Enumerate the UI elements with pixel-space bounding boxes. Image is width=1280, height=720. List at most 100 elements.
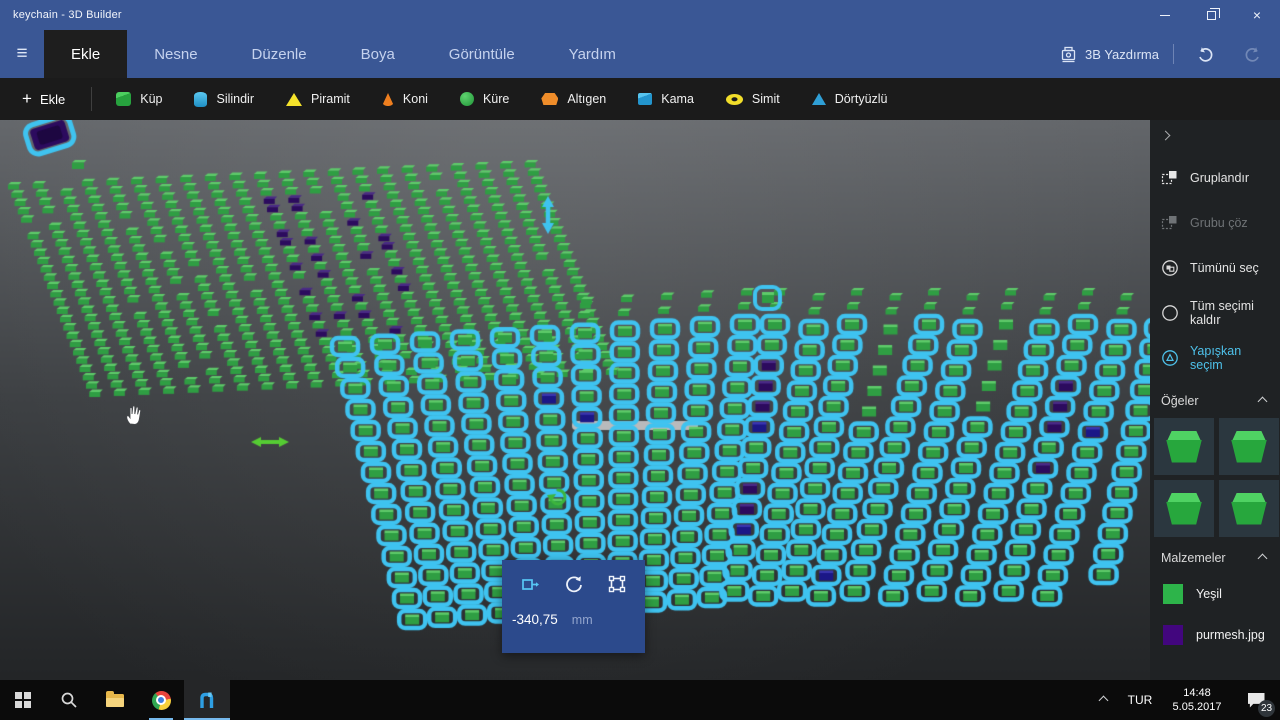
move-tool-button[interactable] bbox=[520, 574, 540, 594]
search-icon bbox=[60, 691, 78, 709]
items-thumbnail-grid bbox=[1150, 416, 1280, 537]
toolbar-shape-silindir[interactable]: Silindir bbox=[178, 92, 270, 107]
action-label: Grubu çöz bbox=[1190, 216, 1248, 230]
3d-builder-window: keychain - 3D Builder × ≡ Ekle Nesne Düz… bbox=[0, 0, 1280, 720]
toolbar-shape-kure[interactable]: Küre bbox=[444, 92, 525, 106]
toolbar-shape-altigen[interactable]: Altıgen bbox=[525, 92, 622, 106]
toolbar-shape-dortyuzlu[interactable]: Dörtyüzlü bbox=[796, 92, 904, 106]
items-title: Öğeler bbox=[1161, 394, 1199, 408]
add-label: Ekle bbox=[40, 92, 65, 107]
item-thumbnail[interactable] bbox=[1154, 418, 1214, 475]
taskbar-3dbuilder-button[interactable] bbox=[184, 680, 230, 720]
select-all-icon bbox=[1161, 259, 1179, 277]
undo-icon bbox=[1196, 45, 1214, 63]
materials-section-header[interactable]: Malzemeler bbox=[1150, 537, 1280, 573]
material-label: purmesh.jpg bbox=[1196, 628, 1265, 642]
title-bar: keychain - 3D Builder × bbox=[0, 0, 1280, 30]
menu-bar: ≡ Ekle Nesne Düzenle Boya Görüntüle Yard… bbox=[0, 30, 1280, 78]
toolbar-shape-koni[interactable]: Koni bbox=[366, 92, 444, 106]
scale-tool-button[interactable] bbox=[607, 574, 627, 594]
add-button[interactable]: + Ekle bbox=[0, 89, 83, 109]
wedge-icon bbox=[638, 93, 652, 105]
start-button[interactable] bbox=[0, 680, 46, 720]
transform-panel: -340,75 mm bbox=[502, 560, 645, 653]
toolbar-separator bbox=[91, 87, 92, 111]
rotate-icon bbox=[564, 574, 584, 594]
undo-button[interactable] bbox=[1188, 45, 1222, 63]
select-all-button[interactable]: Tümünü seç bbox=[1150, 245, 1280, 290]
tab-yardim[interactable]: Yardım bbox=[542, 30, 643, 78]
3d-print-button[interactable]: 3B Yazdırma bbox=[1060, 46, 1159, 63]
transform-value-input[interactable]: -340,75 bbox=[512, 612, 558, 627]
notification-badge: 23 bbox=[1258, 700, 1275, 717]
taskbar-search-button[interactable] bbox=[46, 680, 92, 720]
action-label: Tüm seçimi kaldır bbox=[1190, 299, 1274, 327]
chrome-icon bbox=[152, 691, 171, 710]
tab-duzenle[interactable]: Düzenle bbox=[225, 30, 334, 78]
window-controls: × bbox=[1142, 0, 1280, 30]
ungroup-button[interactable]: Grubu çöz bbox=[1150, 200, 1280, 245]
green-object-preview bbox=[1165, 431, 1203, 463]
group-icon bbox=[1161, 169, 1179, 187]
notification-button[interactable]: 23 bbox=[1232, 680, 1280, 720]
shape-label: Kama bbox=[661, 92, 694, 106]
rotate-tool-button[interactable] bbox=[564, 574, 584, 594]
windows-taskbar: TUR 14:48 5.05.2017 23 bbox=[0, 680, 1280, 720]
group-button[interactable]: Gruplandır bbox=[1150, 155, 1280, 200]
shape-label: Küp bbox=[140, 92, 162, 106]
taskbar-explorer-button[interactable] bbox=[92, 680, 138, 720]
sidebar-collapse-button[interactable] bbox=[1150, 120, 1169, 139]
purple-material-swatch bbox=[1163, 625, 1183, 645]
close-button[interactable]: × bbox=[1234, 0, 1280, 30]
shape-label: Altıgen bbox=[567, 92, 606, 106]
toolbar-shape-simit[interactable]: Simit bbox=[710, 92, 796, 106]
clock[interactable]: 14:48 5.05.2017 bbox=[1162, 680, 1232, 720]
right-sidebar: Gruplandır Grubu çöz Tümünü seç bbox=[1150, 120, 1280, 680]
toolbar-shape-piramit[interactable]: Piramit bbox=[270, 92, 366, 106]
green-object-preview bbox=[1230, 493, 1268, 525]
scale-icon bbox=[607, 574, 627, 594]
tab-ekle[interactable]: Ekle bbox=[44, 30, 127, 78]
torus-icon bbox=[726, 94, 743, 105]
tab-nesne[interactable]: Nesne bbox=[127, 30, 224, 78]
chevron-up-icon bbox=[1258, 553, 1268, 563]
language-indicator[interactable]: TUR bbox=[1118, 680, 1162, 720]
green-object-preview bbox=[1230, 431, 1268, 463]
material-yesil[interactable]: Yeşil bbox=[1150, 573, 1280, 614]
tray-expand-button[interactable] bbox=[1088, 680, 1118, 720]
plus-icon: + bbox=[22, 89, 32, 109]
taskbar-chrome-button[interactable] bbox=[138, 680, 184, 720]
redo-button[interactable] bbox=[1236, 45, 1270, 63]
transform-unit-label: mm bbox=[572, 613, 593, 627]
move-icon bbox=[520, 574, 540, 594]
item-thumbnail[interactable] bbox=[1219, 480, 1279, 537]
3d-printer-icon bbox=[1060, 46, 1077, 63]
shape-label: Silindir bbox=[216, 92, 254, 106]
selection-actions: Gruplandır Grubu çöz Tümünü seç bbox=[1150, 155, 1280, 380]
cube-icon bbox=[116, 92, 131, 106]
item-thumbnail[interactable] bbox=[1154, 480, 1214, 537]
hamburger-menu-button[interactable]: ≡ bbox=[0, 30, 44, 78]
deselect-icon bbox=[1161, 304, 1179, 322]
shape-label: Piramit bbox=[311, 92, 350, 106]
tab-goruntule[interactable]: Görüntüle bbox=[422, 30, 542, 78]
viewport-3d[interactable]: -340,75 mm bbox=[0, 120, 1150, 680]
minimize-button[interactable] bbox=[1142, 0, 1188, 30]
item-thumbnail[interactable] bbox=[1219, 418, 1279, 475]
cylinder-icon bbox=[194, 92, 207, 107]
restore-button[interactable] bbox=[1188, 0, 1234, 30]
green-object-preview bbox=[1165, 493, 1203, 525]
minimize-icon bbox=[1160, 15, 1170, 16]
sticky-selection-button[interactable]: Yapışkan seçim bbox=[1150, 335, 1280, 380]
tab-boya[interactable]: Boya bbox=[334, 30, 422, 78]
shape-label: Küre bbox=[483, 92, 509, 106]
toolbar-shape-kama[interactable]: Kama bbox=[622, 92, 710, 106]
deselect-all-button[interactable]: Tüm seçimi kaldır bbox=[1150, 290, 1280, 335]
shape-label: Simit bbox=[752, 92, 780, 106]
items-section-header[interactable]: Öğeler bbox=[1150, 380, 1280, 416]
action-label: Tümünü seç bbox=[1190, 261, 1259, 275]
hamburger-icon: ≡ bbox=[16, 43, 27, 64]
toolbar-shape-kup[interactable]: Küp bbox=[100, 92, 178, 106]
material-purmesh[interactable]: purmesh.jpg bbox=[1150, 614, 1280, 655]
pyramid-icon bbox=[286, 93, 302, 106]
